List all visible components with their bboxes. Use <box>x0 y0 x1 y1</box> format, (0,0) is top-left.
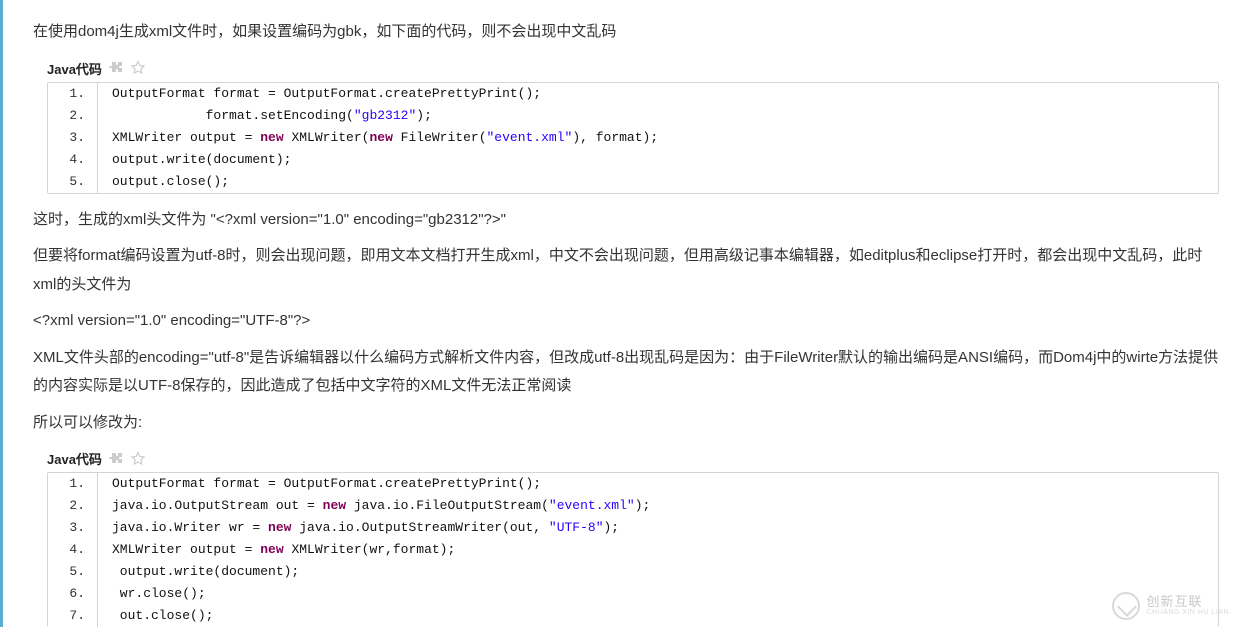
code-block-2: 1.OutputFormat format = OutputFormat.cre… <box>47 472 1219 627</box>
line-content: output.write(document); <box>98 561 1218 583</box>
line-content: format.setEncoding("gb2312"); <box>98 105 1218 127</box>
code-line: 4.XMLWriter output = new XMLWriter(wr,fo… <box>48 539 1218 561</box>
paragraph: XML文件头部的encoding="utf-8"是告诉编辑器以什么编码方式解析文… <box>33 344 1219 401</box>
code-line: 4.output.write(document); <box>48 149 1218 171</box>
code-line: 5.output.close(); <box>48 171 1218 193</box>
code-language-label: Java代码 <box>47 59 102 78</box>
line-number: 3. <box>48 127 98 149</box>
line-content: java.io.OutputStream out = new java.io.F… <box>98 495 1218 517</box>
line-number: 1. <box>48 473 98 495</box>
paragraph: 但要将format编码设置为utf-8时，则会出现问题，即用文本文档打开生成xm… <box>33 242 1219 299</box>
line-number: 2. <box>48 105 98 127</box>
line-number: 4. <box>48 539 98 561</box>
puzzle-icon[interactable] <box>108 451 124 467</box>
line-number: 1. <box>48 83 98 105</box>
code-header: Java代码 <box>47 449 1219 468</box>
line-content: OutputFormat format = OutputFormat.creat… <box>98 473 1218 495</box>
line-content: wr.close(); <box>98 583 1218 605</box>
line-content: java.io.Writer wr = new java.io.OutputSt… <box>98 517 1218 539</box>
paragraph: 在使用dom4j生成xml文件时，如果设置编码为gbk，如下面的代码，则不会出现… <box>33 18 1219 47</box>
line-number: 4. <box>48 149 98 171</box>
code-line: 2. format.setEncoding("gb2312"); <box>48 105 1218 127</box>
line-content: out.close(); <box>98 605 1218 627</box>
line-number: 7. <box>48 605 98 627</box>
code-line: 3.java.io.Writer wr = new java.io.Output… <box>48 517 1218 539</box>
puzzle-icon[interactable] <box>108 60 124 76</box>
line-number: 6. <box>48 583 98 605</box>
line-content: output.close(); <box>98 171 1218 193</box>
code-line: 5. output.write(document); <box>48 561 1218 583</box>
line-content: output.write(document); <box>98 149 1218 171</box>
paragraph: 这时，生成的xml头文件为 "<?xml version="1.0" encod… <box>33 206 1219 235</box>
line-number: 5. <box>48 171 98 193</box>
paragraph: <?xml version="1.0" encoding="UTF-8"?> <box>33 307 1219 336</box>
line-number: 2. <box>48 495 98 517</box>
star-icon[interactable] <box>130 451 146 467</box>
line-number: 3. <box>48 517 98 539</box>
star-icon[interactable] <box>130 60 146 76</box>
code-line: 1.OutputFormat format = OutputFormat.cre… <box>48 473 1218 495</box>
code-line: 7. out.close(); <box>48 605 1218 627</box>
article-body: 在使用dom4j生成xml文件时，如果设置编码为gbk，如下面的代码，则不会出现… <box>0 0 1249 627</box>
line-content: XMLWriter output = new XMLWriter(new Fil… <box>98 127 1218 149</box>
code-block-1: 1.OutputFormat format = OutputFormat.cre… <box>47 82 1219 194</box>
paragraph: 所以可以修改为: <box>33 409 1219 438</box>
code-line: 3.XMLWriter output = new XMLWriter(new F… <box>48 127 1218 149</box>
code-line: 6. wr.close(); <box>48 583 1218 605</box>
line-number: 5. <box>48 561 98 583</box>
code-language-label: Java代码 <box>47 449 102 468</box>
code-line: 2.java.io.OutputStream out = new java.io… <box>48 495 1218 517</box>
code-header: Java代码 <box>47 59 1219 78</box>
code-line: 1.OutputFormat format = OutputFormat.cre… <box>48 83 1218 105</box>
line-content: OutputFormat format = OutputFormat.creat… <box>98 83 1218 105</box>
line-content: XMLWriter output = new XMLWriter(wr,form… <box>98 539 1218 561</box>
